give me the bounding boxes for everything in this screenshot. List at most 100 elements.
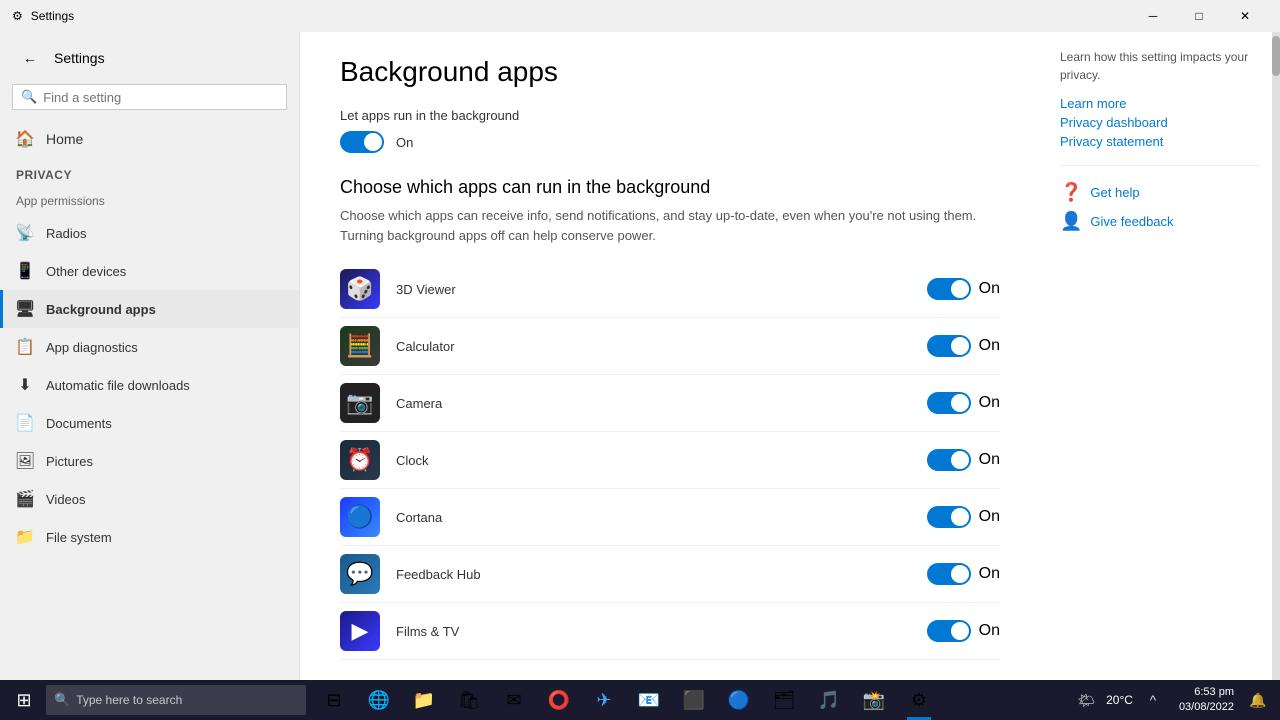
app-toggle-label-3d-viewer: On — [979, 280, 1000, 298]
taskbar-files[interactable]: 🗂 — [762, 680, 806, 720]
app-item-clock: ⏰ Clock On — [340, 432, 1000, 489]
give-feedback-item[interactable]: 👤 Give feedback — [1060, 211, 1260, 232]
app-toggle-cortana[interactable] — [927, 506, 971, 528]
search-input[interactable] — [43, 90, 278, 105]
taskbar-settings[interactable]: ⚙ — [897, 680, 941, 720]
app-list: 🎲 3D Viewer On 🧮 Calculator — [340, 261, 1000, 660]
content-main: Background apps Let apps run in the back… — [300, 32, 1040, 680]
sidebar-item-home[interactable]: 🏠 Home — [0, 118, 299, 160]
pictures-label: Pictures — [46, 454, 93, 469]
documents-icon: 📄 — [16, 414, 34, 432]
taskbar-edge[interactable]: 🌐 — [357, 680, 401, 720]
back-button[interactable]: ← — [16, 44, 44, 72]
taskbar-spotify[interactable]: 🎵 — [807, 680, 851, 720]
other-devices-icon: 📱 — [16, 262, 34, 280]
app-item-cortana: 🔵 Cortana On — [340, 489, 1000, 546]
app-body: ← Settings 🔍 🏠 Home Privacy App permissi… — [0, 32, 1280, 680]
toggle-on-label: On — [396, 135, 413, 150]
get-help-item[interactable]: ❓ Get help — [1060, 182, 1260, 203]
app-toggle-3d-viewer[interactable] — [927, 278, 971, 300]
title-bar-left: ⚙ Settings — [12, 9, 74, 23]
app-toggle-label-feedback-hub: On — [979, 565, 1000, 583]
app-icon-clock: ⏰ — [340, 440, 380, 480]
maximize-button[interactable]: □ — [1176, 0, 1222, 32]
page-title: Background apps — [340, 56, 1000, 88]
file-system-label: File system — [46, 530, 112, 545]
sidebar-item-documents[interactable]: 📄 Documents — [0, 404, 299, 442]
app-icon-camera: 📷 — [340, 383, 380, 423]
app-toggle-label-films-tv: On — [979, 622, 1000, 640]
title-bar-title: Settings — [31, 9, 74, 23]
app-toggle-wrap-3d-viewer: On — [927, 278, 1000, 300]
toggle-knob-3d-viewer — [951, 280, 969, 298]
taskbar-chrome[interactable]: 🔵 — [717, 680, 761, 720]
taskbar-store[interactable]: 🛍 — [447, 680, 491, 720]
title-bar: ⚙ Settings ─ □ ✕ — [0, 0, 1280, 32]
toggle-knob-films-tv — [951, 622, 969, 640]
app-toggle-clock[interactable] — [927, 449, 971, 471]
home-icon: 🏠 — [16, 130, 34, 148]
app-item-3d-viewer: 🎲 3D Viewer On — [340, 261, 1000, 318]
taskbar-chevron[interactable]: ^ — [1137, 680, 1169, 720]
automatic-file-downloads-icon: ⬇ — [16, 376, 34, 394]
sidebar-item-app-diagnostics[interactable]: 📋 App diagnostics — [0, 328, 299, 366]
app-toggle-calculator[interactable] — [927, 335, 971, 357]
scrollbar-thumb[interactable] — [1272, 36, 1280, 76]
radios-label: Radios — [46, 226, 86, 241]
sidebar-item-file-system[interactable]: 📁 File system — [0, 518, 299, 556]
start-button[interactable]: ⊞ — [4, 680, 44, 720]
scrollbar[interactable] — [1272, 32, 1280, 680]
privacy-dashboard-link[interactable]: Privacy dashboard — [1060, 115, 1260, 130]
app-toggle-films-tv[interactable] — [927, 620, 971, 642]
taskbar-opera[interactable]: ⭕ — [537, 680, 581, 720]
search-box[interactable]: 🔍 — [12, 84, 287, 110]
toggle-knob-cortana — [951, 508, 969, 526]
taskbar-outlook[interactable]: 📧 — [627, 680, 671, 720]
get-help-link[interactable]: Get help — [1090, 185, 1139, 200]
taskbar-clock[interactable]: 6:53 pm 03/08/2022 — [1173, 685, 1240, 716]
search-icon: 🔍 — [21, 89, 37, 105]
app-toggle-camera[interactable] — [927, 392, 971, 414]
privacy-statement-link[interactable]: Privacy statement — [1060, 134, 1260, 149]
taskbar-terminal[interactable]: ⬛ — [672, 680, 716, 720]
close-button[interactable]: ✕ — [1222, 0, 1268, 32]
sidebar-item-pictures[interactable]: 🖼 Pictures — [0, 442, 299, 480]
content-area: Background apps Let apps run in the back… — [300, 32, 1280, 680]
taskbar-explorer[interactable]: 📁 — [402, 680, 446, 720]
taskbar-telegram[interactable]: ✈ — [582, 680, 626, 720]
taskbar-mail[interactable]: ✉ — [492, 680, 536, 720]
right-info-text: Learn how this setting impacts your priv… — [1060, 48, 1260, 84]
taskbar-task-view[interactable]: ⊟ — [312, 680, 356, 720]
taskbar-search[interactable]: 🔍 Type here to search — [46, 685, 306, 715]
app-name-cortana: Cortana — [396, 510, 911, 525]
minimize-button[interactable]: ─ — [1130, 0, 1176, 32]
taskbar-weather[interactable]: 🌤 — [1070, 680, 1102, 720]
app-name-feedback-hub: Feedback Hub — [396, 567, 911, 582]
sidebar-header: ← Settings — [0, 32, 299, 80]
sidebar-item-videos[interactable]: 🎬 Videos — [0, 480, 299, 518]
give-feedback-link[interactable]: Give feedback — [1090, 214, 1173, 229]
main-toggle-row: On — [340, 131, 1000, 153]
app-toggle-wrap-films-tv: On — [927, 620, 1000, 642]
app-icon-cortana: 🔵 — [340, 497, 380, 537]
app-toggle-wrap-cortana: On — [927, 506, 1000, 528]
sidebar-item-automatic-file-downloads[interactable]: ⬇ Automatic file downloads — [0, 366, 299, 404]
taskbar-screenpresso[interactable]: 📸 — [852, 680, 896, 720]
app-toggle-feedback-hub[interactable] — [927, 563, 971, 585]
toggle-knob-feedback-hub — [951, 565, 969, 583]
app-icon-3d-viewer: 🎲 — [340, 269, 380, 309]
taskbar-search-text: Type here to search — [76, 693, 182, 707]
app-item-feedback-hub: 💬 Feedback Hub On — [340, 546, 1000, 603]
app-item-calculator: 🧮 Calculator On — [340, 318, 1000, 375]
taskbar-time: 6:53 pm — [1179, 685, 1234, 700]
sidebar-item-background-apps[interactable]: 🖥 Background apps — [0, 290, 299, 328]
let-apps-run-toggle[interactable] — [340, 131, 384, 153]
learn-more-link[interactable]: Learn more — [1060, 96, 1260, 111]
toggle-knob — [364, 133, 382, 151]
sidebar-item-radios[interactable]: 📡 Radios — [0, 214, 299, 252]
app-permissions-label: App permissions — [0, 190, 299, 214]
taskbar-notification[interactable]: 🔔 — [1244, 680, 1272, 720]
title-bar-controls: ─ □ ✕ — [1130, 0, 1268, 32]
taskbar-date: 03/08/2022 — [1179, 700, 1234, 715]
sidebar-item-other-devices[interactable]: 📱 Other devices — [0, 252, 299, 290]
